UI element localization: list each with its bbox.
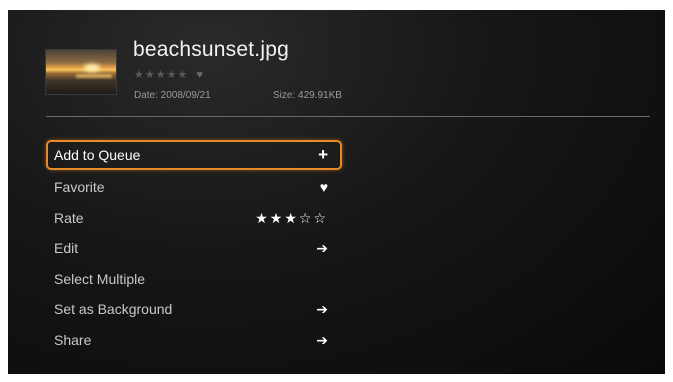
menu-item-label: Share — [54, 331, 92, 348]
menu-item-label: Rate — [54, 209, 84, 226]
rating-stars-icon: ★★★☆☆ — [255, 209, 328, 226]
file-date: Date: 2008/09/21 — [134, 90, 211, 101]
menu-item-edit[interactable]: Edit ➔ — [46, 233, 342, 264]
menu-item-label: Add to Queue — [54, 147, 141, 163]
thumbnail-sun — [84, 64, 100, 72]
menu-item-rate[interactable]: Rate ★★★☆☆ — [46, 203, 342, 234]
arrow-right-icon: ➔ — [316, 301, 328, 317]
thumbnail-shore — [46, 80, 116, 94]
rating-stars: ★★★★★ — [134, 69, 189, 81]
heart-icon: ♥ — [319, 179, 328, 195]
heart-icon: ♥ — [196, 69, 204, 81]
file-size: Size: 429.91KB — [273, 90, 342, 101]
menu-item-label: Favorite — [54, 179, 105, 195]
options-menu: Add to Queue + Favorite ♥ Rate ★★★☆☆ Edi… — [46, 140, 342, 355]
photo-thumbnail — [46, 50, 116, 94]
menu-item-set-as-background[interactable]: Set as Background ➔ — [46, 294, 342, 325]
arrow-right-icon: ➔ — [316, 240, 328, 256]
menu-item-label: Select Multiple — [54, 270, 146, 287]
menu-item-share[interactable]: Share ➔ — [46, 325, 342, 356]
arrow-right-icon: ➔ — [316, 331, 328, 348]
menu-item-label: Edit — [54, 240, 79, 256]
menu-item-add-to-queue[interactable]: Add to Queue + — [46, 140, 342, 170]
menu-item-select-multiple[interactable]: Select Multiple — [46, 264, 342, 295]
photo-options-screen: beachsunset.jpg ★★★★★ ♥ Date: 2008/09/21… — [8, 10, 665, 374]
menu-item-favorite[interactable]: Favorite ♥ — [46, 172, 342, 203]
thumbnail-reflection — [76, 74, 112, 78]
file-rating: ★★★★★ ♥ — [134, 68, 204, 81]
header-divider — [46, 116, 650, 117]
menu-item-label: Set as Background — [54, 301, 173, 317]
plus-icon: + — [318, 145, 328, 164]
file-name: beachsunset.jpg — [133, 38, 289, 61]
